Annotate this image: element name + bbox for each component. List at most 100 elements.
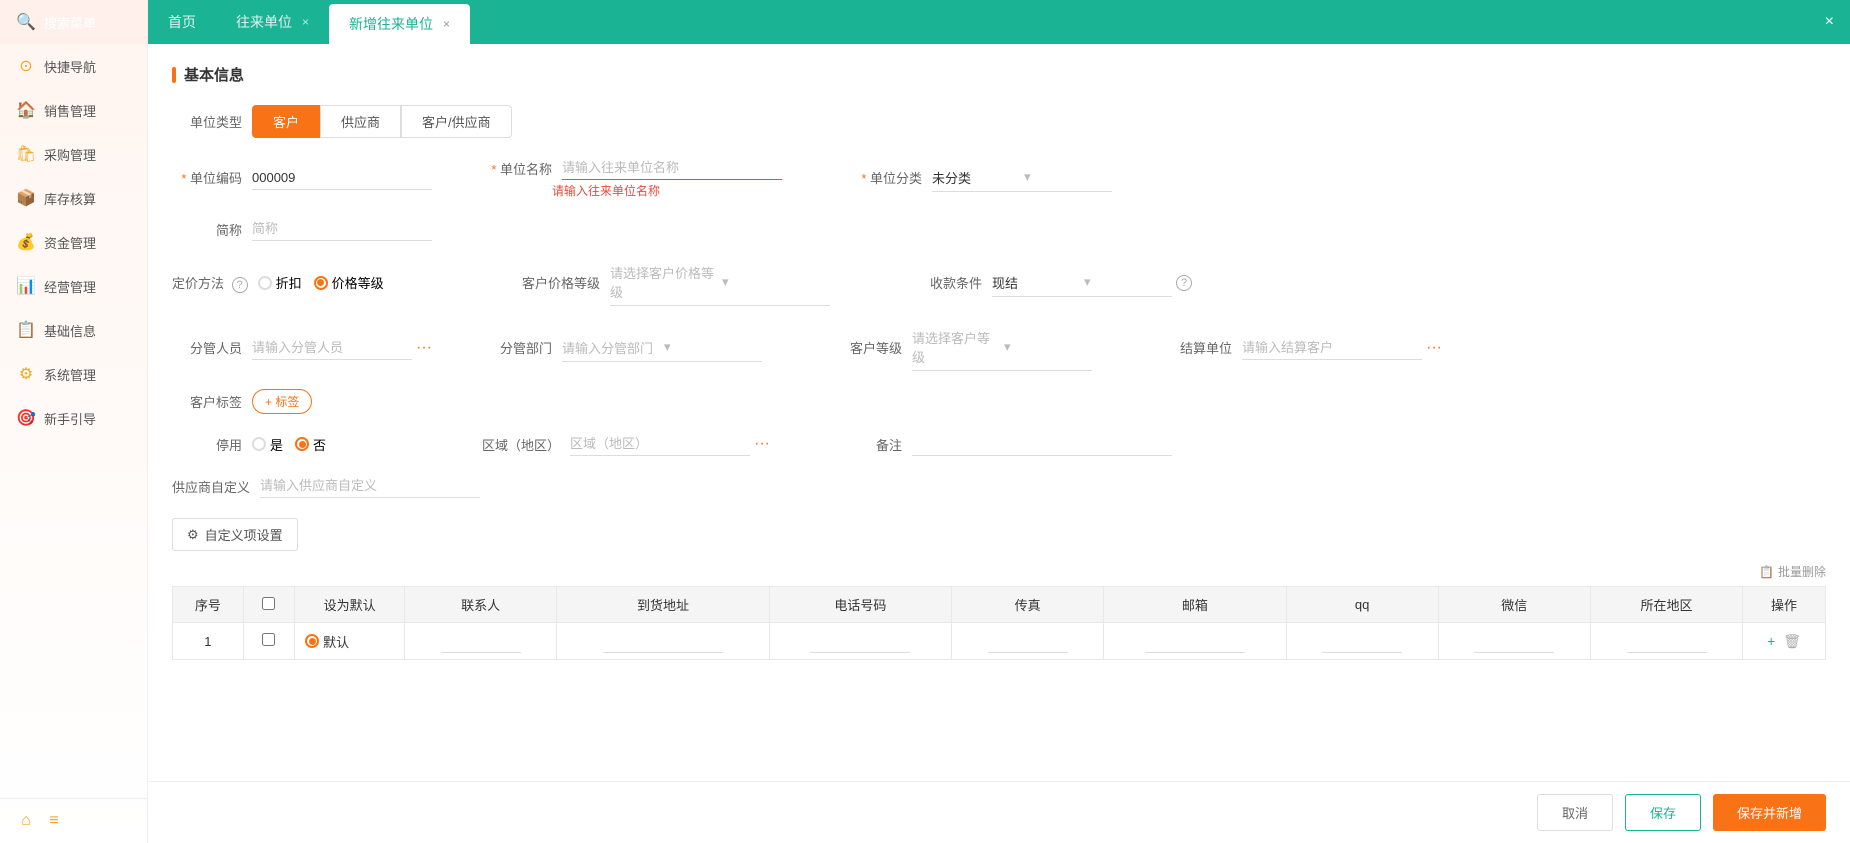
col-phone: 电话号码 [769,587,951,623]
short-name-label: 简称 [172,220,252,239]
cell-wechat[interactable] [1438,623,1590,660]
tab-home[interactable]: 首页 [148,0,216,44]
sidebar-item-search[interactable]: 🔍 搜索菜单 [0,0,147,44]
cell-check [243,623,294,660]
payment-terms-help-icon[interactable]: ? [1176,275,1192,291]
pricing-level-option[interactable]: 价格等级 [314,273,384,292]
save-new-button[interactable]: 保存并新增 [1713,794,1826,831]
unit-type-supplier-btn[interactable]: 供应商 [320,105,401,138]
unit-name-input[interactable] [562,156,782,180]
batch-delete-btn[interactable]: 📋 批量删除 [1759,563,1826,580]
select-all-checkbox[interactable] [262,597,275,610]
disabled-label: 停用 [172,435,252,454]
purchase-icon: 🛍 [16,144,36,164]
tab-partners[interactable]: 往来单位 × [216,0,329,44]
row-default-radio-item[interactable]: 默认 [305,632,394,651]
disabled-no-radio[interactable] [295,437,309,451]
row-disabled-region-remark: 停用 是 否 区域（地区） ··· [172,432,1826,456]
unit-code-input[interactable] [252,166,432,190]
sidebar-item-system[interactable]: ⚙ 系统管理 [0,352,147,396]
address-input[interactable] [603,629,723,653]
row-pricing: 定价方法 ? 折扣 价格等级 客户价格等级 [172,259,1826,306]
disabled-yes-radio[interactable] [252,437,266,451]
cell-phone[interactable] [769,623,951,660]
unit-name-error: 请输入往来单位名称 [552,182,660,199]
row-add-btn[interactable]: + [1767,633,1775,650]
row-delete-btn[interactable]: 🗑 [1783,633,1801,650]
col-email: 邮箱 [1104,587,1286,623]
unit-code-label: 单位编码 [172,168,252,187]
unit-type-both-btn[interactable]: 客户/供应商 [401,105,512,138]
email-input[interactable] [1145,629,1245,653]
cell-address[interactable] [557,623,769,660]
unit-name-field: 单位名称 请输入往来单位名称 [482,156,822,199]
qq-input[interactable] [1322,629,1402,653]
sidebar-item-finance[interactable]: 💰 资金管理 [0,220,147,264]
pricing-level-radio[interactable] [314,276,328,290]
save-button[interactable]: 保存 [1625,794,1701,831]
region-dots-btn[interactable]: ··· [750,435,774,453]
tab-bar: 首页 往来单位 × 新增往来单位 × × [148,0,1850,44]
cell-default: 默认 [295,623,405,660]
table-toolbar: 📋 批量删除 [172,563,1826,580]
wechat-input[interactable] [1474,629,1554,653]
phone-input[interactable] [810,629,910,653]
cell-contact[interactable] [405,623,557,660]
sidebar-item-basic-info[interactable]: 📋 基础信息 [0,308,147,352]
cell-qq[interactable] [1286,623,1438,660]
customer-price-level-chevron: ▾ [722,274,830,290]
disabled-yes-option[interactable]: 是 [252,435,283,454]
customer-price-level-select[interactable]: 请选择客户价格等级 ▾ [610,259,830,306]
sidebar-item-quick-nav[interactable]: ⊙ 快捷导航 [0,44,147,88]
guide-icon: 🎯 [16,408,36,428]
payment-terms-select[interactable]: 现结 ▾ [992,269,1172,297]
tab-partners-close[interactable]: × [302,15,309,29]
unit-category-select[interactable]: 未分类 ▾ [932,164,1112,192]
tab-new-partner-close[interactable]: × [443,17,450,31]
sidebar-item-operations[interactable]: 📊 经营管理 [0,264,147,308]
row-customer-tags: 客户标签 + 标签 [172,389,1826,414]
row-checkbox[interactable] [262,633,275,646]
pricing-discount-option[interactable]: 折扣 [258,273,302,292]
fax-input[interactable] [988,629,1068,653]
region-input[interactable] [570,432,750,456]
cell-email[interactable] [1104,623,1286,660]
bottom-bar: 取消 保存 保存并新增 [148,781,1850,843]
remark-input[interactable] [912,432,1172,456]
settlement-unit-dots-btn[interactable]: ··· [1422,339,1446,357]
sidebar-item-guide[interactable]: 🎯 新手引导 [0,396,147,440]
pricing-help-icon[interactable]: ? [232,277,248,293]
department-select[interactable]: 请输入分管部门 ▾ [562,334,762,362]
add-tag-btn[interactable]: + 标签 [252,389,312,414]
cancel-button[interactable]: 取消 [1537,794,1613,831]
unit-category-field: 单位分类 未分类 ▾ [852,164,1152,192]
disabled-no-option[interactable]: 否 [295,435,326,454]
unit-type-customer-btn[interactable]: 客户 [252,105,320,138]
sidebar-item-sales[interactable]: 🏠 销售管理 [0,88,147,132]
supervisor-dots-btn[interactable]: ··· [412,339,436,357]
sidebar-item-purchase[interactable]: 🛍 采购管理 [0,132,147,176]
sidebar-home-btn[interactable]: ⌂ ≡ [0,799,147,843]
customer-level-select[interactable]: 请选择客户等级 ▾ [912,324,1092,371]
cell-region[interactable] [1590,623,1742,660]
short-name-input[interactable] [252,217,432,241]
supplier-custom-input[interactable] [260,474,480,498]
row-default-radio[interactable] [305,634,319,648]
search-icon: 🔍 [16,12,36,32]
region-table-input[interactable] [1627,629,1707,653]
short-name-field: 简称 [172,217,452,241]
col-seq: 序号 [173,587,244,623]
pricing-discount-radio[interactable] [258,276,272,290]
cell-fax[interactable] [952,623,1104,660]
tab-new-partner[interactable]: 新增往来单位 × [329,4,470,44]
row-supervisor-dept: 分管人员 ··· 分管部门 请输入分管部门 ▾ 客户等级 请选择客户等级 ▾ [172,324,1826,371]
department-label: 分管部门 [482,338,562,357]
sidebar-item-inventory[interactable]: 📦 库存核算 [0,176,147,220]
supplier-custom-label: 供应商自定义 [172,477,260,496]
custom-settings-btn[interactable]: ⚙ 自定义项设置 [172,518,298,551]
supervisor-input[interactable] [252,336,412,360]
contact-input[interactable] [441,629,521,653]
bars-bottom-icon: ≡ [44,811,64,831]
settlement-unit-input[interactable] [1242,336,1422,360]
tab-bar-close-btn[interactable]: × [1809,13,1850,31]
